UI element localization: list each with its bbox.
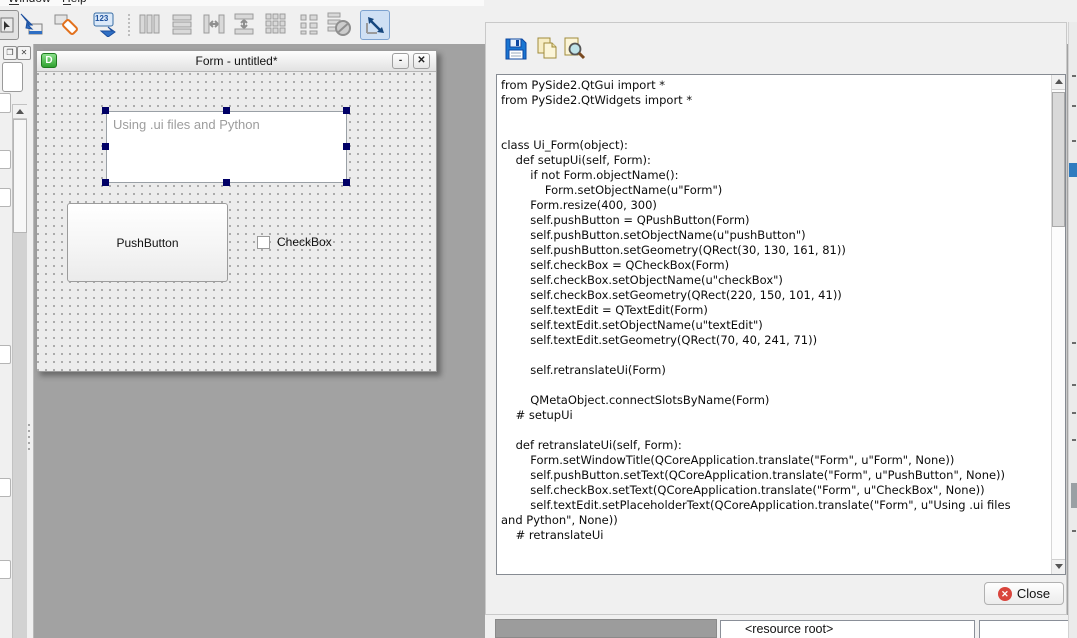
code-scrollbar[interactable] bbox=[1051, 75, 1065, 574]
selection-handle-se[interactable] bbox=[343, 179, 350, 186]
menu-help-mnemonic bbox=[63, 4, 71, 5]
menu-window-mnemonic bbox=[9, 4, 19, 5]
widget-filter-input[interactable] bbox=[2, 62, 23, 92]
selection-handle-e[interactable] bbox=[343, 143, 350, 150]
layout-horizontal-icon[interactable] bbox=[135, 10, 163, 38]
code-preview-dialog: from PySide2.QtGui import * from PySide2… bbox=[485, 22, 1067, 615]
pushbutton-widget[interactable]: PushButton bbox=[67, 203, 228, 282]
close-button[interactable]: ✕ Close bbox=[984, 582, 1064, 605]
selection-handle-sw[interactable] bbox=[102, 179, 109, 186]
form-title: Form - untitled* bbox=[37, 54, 436, 68]
selection-handle-n[interactable] bbox=[223, 107, 230, 114]
horizontal-scrollbar-thumb[interactable] bbox=[495, 619, 717, 638]
widget-box-scrollbar[interactable] bbox=[12, 104, 27, 638]
edit-buddies-icon[interactable] bbox=[52, 10, 80, 38]
scroll-down-icon[interactable] bbox=[1052, 559, 1065, 574]
edit-signals-slots-icon[interactable] bbox=[17, 10, 45, 38]
selection-handle-w[interactable] bbox=[102, 143, 109, 150]
layout-grid-icon[interactable] bbox=[262, 10, 290, 38]
selection-handle-ne[interactable] bbox=[343, 107, 350, 114]
edge-tick bbox=[1072, 342, 1076, 344]
form-minimize-button[interactable]: - bbox=[392, 53, 409, 69]
textedit-widget[interactable]: Using .ui files and Python bbox=[106, 111, 347, 183]
tab-order-123-label: 123 bbox=[95, 14, 108, 23]
resource-panel-fragment bbox=[979, 620, 1076, 638]
close-x-icon: ✕ bbox=[998, 587, 1012, 601]
close-button-label: Close bbox=[1017, 586, 1050, 601]
scroll-up-icon[interactable] bbox=[1052, 75, 1065, 90]
widget-list-item[interactable] bbox=[0, 150, 11, 169]
save-icon[interactable] bbox=[504, 37, 529, 62]
scrollbar-thumb[interactable] bbox=[13, 119, 27, 233]
checkbox-label: CheckBox bbox=[277, 235, 332, 249]
layout-form-icon[interactable] bbox=[295, 10, 323, 38]
splitter-handle[interactable] bbox=[28, 424, 30, 454]
widget-list-item[interactable] bbox=[0, 560, 11, 579]
selection-handle-nw[interactable] bbox=[102, 107, 109, 114]
dock-close-icon[interactable]: ✕ bbox=[17, 46, 31, 60]
resource-root-item[interactable]: <resource root> bbox=[720, 620, 975, 638]
code-editor[interactable]: from PySide2.QtGui import * from PySide2… bbox=[496, 74, 1066, 575]
find-icon[interactable] bbox=[562, 37, 587, 62]
form-close-button[interactable]: ✕ bbox=[413, 53, 430, 69]
edge-tick bbox=[1072, 384, 1076, 386]
layout-splitter-horizontal-icon[interactable] bbox=[200, 10, 228, 38]
copy-icon[interactable] bbox=[536, 37, 561, 62]
layout-vertical-icon[interactable] bbox=[168, 10, 196, 38]
dock-float-icon[interactable]: ❐ bbox=[3, 46, 17, 60]
layout-splitter-vertical-icon[interactable] bbox=[230, 10, 258, 38]
scroll-up-icon[interactable] bbox=[13, 105, 27, 119]
code-scrollbar-thumb[interactable] bbox=[1052, 92, 1065, 227]
widget-list-item[interactable] bbox=[0, 345, 11, 364]
widget-box-dock: ❐ ✕ bbox=[0, 44, 34, 638]
edge-tick bbox=[1072, 530, 1076, 532]
edge-accent-mark bbox=[1069, 163, 1077, 177]
edge-tick bbox=[1072, 412, 1076, 414]
edge-tick bbox=[1072, 75, 1076, 77]
generated-python-code[interactable]: from PySide2.QtGui import * from PySide2… bbox=[501, 78, 1049, 572]
selection-handle-s[interactable] bbox=[223, 179, 230, 186]
qt-designer-screen: Window Help 123 bbox=[0, 0, 1077, 638]
widget-list-item[interactable] bbox=[0, 188, 11, 207]
form-titlebar[interactable]: D Form - untitled* - ✕ bbox=[37, 51, 436, 72]
textedit-placeholder: Using .ui files and Python bbox=[113, 117, 260, 132]
break-layout-icon[interactable] bbox=[325, 10, 353, 38]
edge-tick bbox=[1072, 439, 1076, 441]
edge-tick bbox=[1072, 105, 1076, 107]
resource-browser-strip: <resource root> bbox=[485, 615, 1077, 638]
form-window[interactable]: D Form - untitled* - ✕ Using .ui files a… bbox=[36, 50, 437, 372]
widget-list-item[interactable] bbox=[0, 478, 11, 497]
edge-tick bbox=[1072, 140, 1076, 142]
adjust-size-icon[interactable] bbox=[360, 10, 390, 40]
edge-scroll-mark bbox=[1071, 483, 1077, 508]
form-canvas[interactable]: Using .ui files and Python PushButton Ch… bbox=[37, 72, 436, 371]
right-panel-edge bbox=[1068, 22, 1077, 638]
widget-list-item[interactable] bbox=[0, 93, 11, 113]
toolbar-separator bbox=[128, 14, 130, 36]
checkbox-widget[interactable] bbox=[257, 236, 270, 249]
edit-tab-order-icon[interactable]: 123 bbox=[92, 10, 120, 38]
